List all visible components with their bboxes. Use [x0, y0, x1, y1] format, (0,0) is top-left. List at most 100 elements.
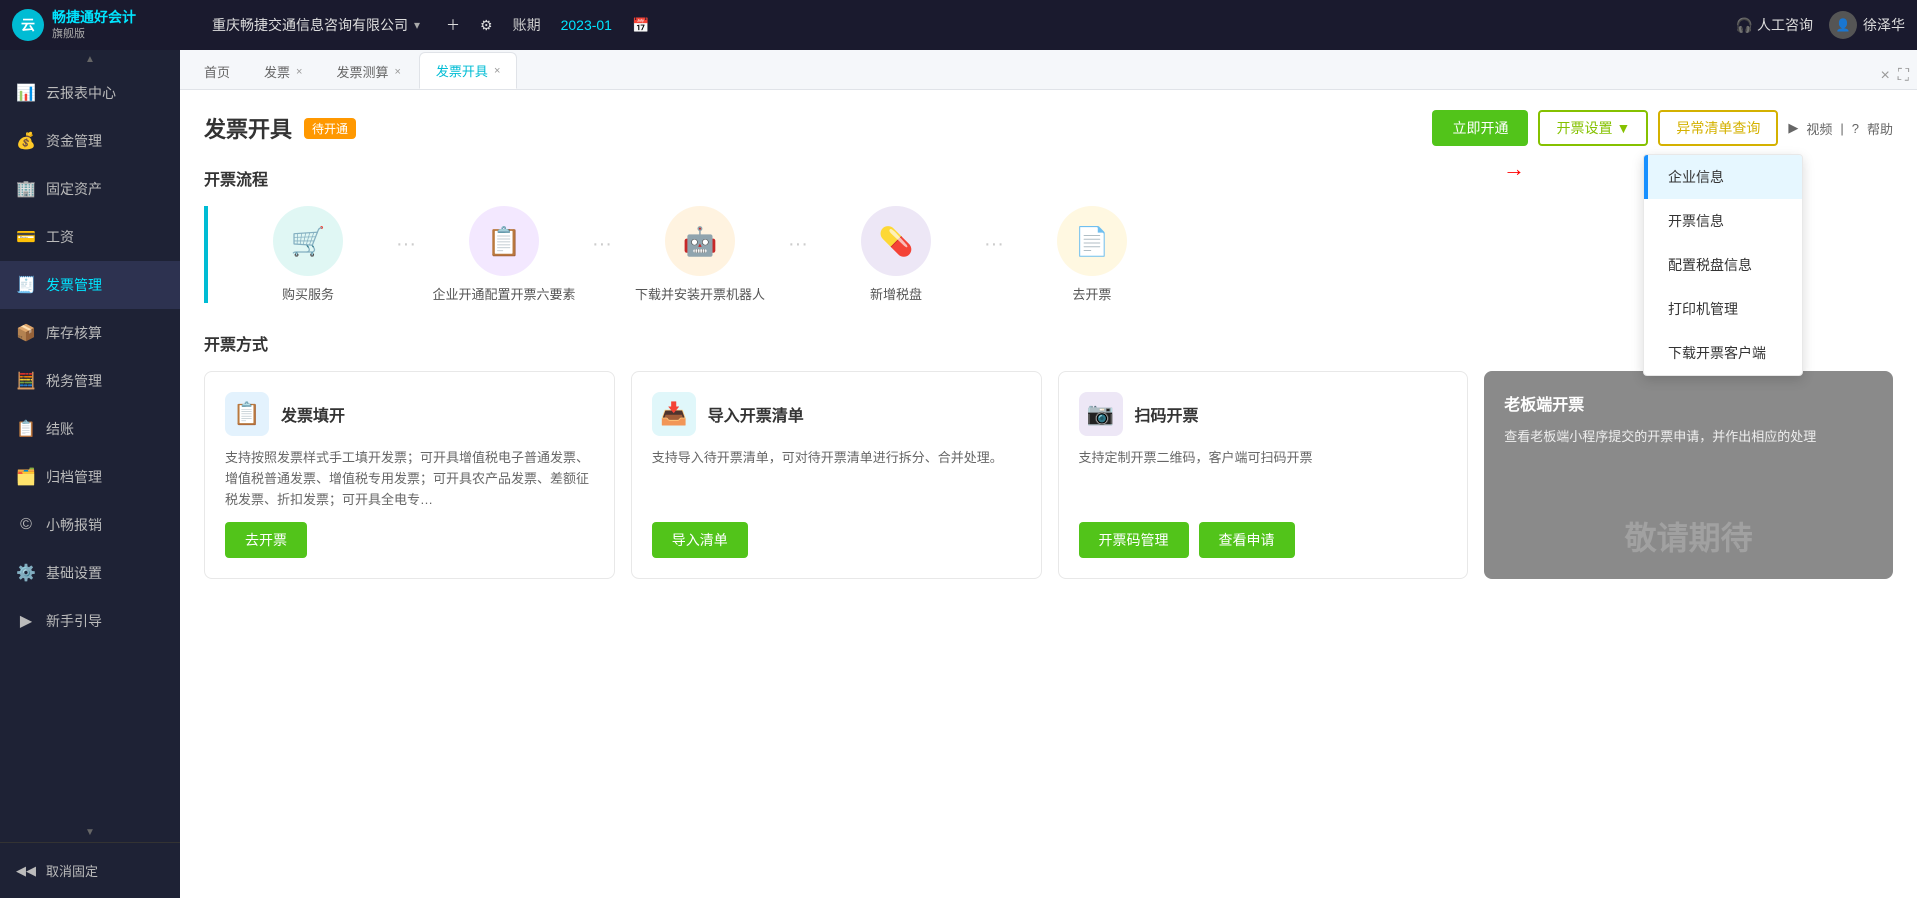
service-label: 人工咨询: [1757, 15, 1813, 35]
sidebar-item-jiezhang[interactable]: 📋 结账: [0, 405, 180, 453]
flow-label-goumai: 购买服务: [282, 284, 334, 303]
tab-maximize-window[interactable]: ⛶: [1898, 67, 1909, 85]
sidebar-item-fapiao[interactable]: 🧾 发票管理: [0, 261, 180, 309]
jiezhang-icon: 📋: [16, 419, 36, 439]
sidebar-item-gongzi[interactable]: 💳 工资: [0, 213, 180, 261]
scan-title: 扫码开票: [1135, 402, 1199, 426]
fapiao-icon: 🧾: [16, 275, 36, 295]
dropdown-item-xiazai[interactable]: 下载开票客户端: [1644, 331, 1802, 375]
sidebar-item-guidang[interactable]: 🗂️ 归档管理: [0, 453, 180, 501]
flow-section: 开票流程 🛒 购买服务 ··· 📋 企业开通配置开票六要素 ··· 🤖: [204, 166, 1893, 303]
headset-icon: 🎧: [1736, 17, 1753, 34]
flow-label-xinzeng: 新增税盘: [870, 284, 922, 303]
boss-desc: 查看老板端小程序提交的开票申请，并作出相应的处理: [1504, 427, 1873, 501]
page-title-area: 发票开具 待开通: [204, 112, 356, 144]
logo-icon: 云: [12, 9, 44, 41]
flow-icon-goumai: 🛒: [273, 206, 343, 276]
flow-icon-qukaipi: 📄: [1057, 206, 1127, 276]
sidebar-scroll-down[interactable]: ▼: [0, 823, 180, 842]
username: 徐泽华: [1863, 15, 1905, 35]
tab-fapiaosuansuan[interactable]: 发票测算 ×: [320, 54, 416, 89]
flow-steps-container: 🛒 购买服务 ··· 📋 企业开通配置开票六要素 ··· 🤖 下载并安装开票机器…: [204, 206, 1893, 303]
company-name: 重庆畅捷交通信息咨询有限公司: [212, 15, 408, 35]
dropdown-item-qiyexinxi[interactable]: 企业信息: [1644, 155, 1802, 199]
sidebar-item-kucun[interactable]: 📦 库存核算: [0, 309, 180, 357]
sidebar-item-shuiwu[interactable]: 🧮 税务管理: [0, 357, 180, 405]
method-cards: 📋 发票填开 支持按照发票样式手工填开发票；可开具增值税电子普通发票、增值税普通…: [204, 371, 1893, 579]
sidebar-label-zijin: 资金管理: [46, 131, 102, 151]
fill-go-button[interactable]: 去开票: [225, 522, 307, 558]
sidebar-item-yunbao[interactable]: 📊 云报表中心: [0, 69, 180, 117]
import-icon: 📥: [652, 392, 696, 436]
sidebar-item-xinshouyindao[interactable]: ▶ 新手引导: [0, 597, 180, 645]
fill-title: 发票填开: [281, 402, 345, 426]
sidebar-nav: 📊 云报表中心 💰 资金管理 🏢 固定资产 💳 工资 🧾 发票管理 📦: [0, 69, 180, 823]
play-icon[interactable]: ▶: [1788, 120, 1798, 136]
flow-arrow-3: ···: [788, 233, 808, 276]
header-actions: 立即开通 开票设置 ▼ 异常清单查询 ▶ 视频 | ? 帮助: [1432, 110, 1893, 146]
dropdown-item-peizhi[interactable]: 配置税盘信息: [1644, 243, 1802, 287]
logo-text-area: 畅捷通好会计 旗舰版: [52, 9, 136, 42]
activate-button[interactable]: 立即开通: [1432, 110, 1528, 146]
top-bar: 云 畅捷通好会计 旗舰版 重庆畅捷交通信息咨询有限公司 ▾ ＋ ⚙ 账期 202…: [0, 0, 1917, 50]
import-header: 📥 导入开票清单: [652, 392, 1021, 436]
dropdown-menu: 企业信息 开票信息 配置税盘信息 打印机管理 下载开票客户端: [1643, 154, 1803, 376]
tab-home[interactable]: 首页: [188, 54, 246, 89]
invoice-methods-title: 开票方式: [204, 331, 1893, 355]
logo-badge: 旗舰版: [52, 25, 136, 41]
tab-fapiao-label: 发票: [264, 62, 290, 81]
fill-desc: 支持按照发票样式手工填开发票；可开具增值税电子普通发票、增值税普通发票、增值税专…: [225, 448, 594, 510]
user-area[interactable]: 👤 徐泽华: [1829, 11, 1905, 39]
sidebar-label-kucun: 库存核算: [46, 323, 102, 343]
service-button[interactable]: 🎧 人工咨询: [1736, 15, 1813, 35]
sidebar-label-guidang: 归档管理: [46, 467, 102, 487]
tab-fapiao-close[interactable]: ×: [296, 66, 302, 78]
period-label: 账期: [507, 11, 547, 39]
top-actions: ＋ ⚙ 账期 2023-01 📅: [440, 11, 655, 39]
flow-title: 开票流程: [204, 166, 1893, 190]
flow-step-qiyekaipiao: 📋 企业开通配置开票六要素: [424, 206, 584, 303]
help-label: 帮助: [1867, 119, 1893, 138]
cancel-fixed-button[interactable]: ◀◀ 取消固定: [0, 851, 180, 890]
sidebar-item-gudingzichan[interactable]: 🏢 固定资产: [0, 165, 180, 213]
import-button[interactable]: 导入清单: [652, 522, 748, 558]
company-selector[interactable]: 重庆畅捷交通信息咨询有限公司 ▾: [204, 11, 428, 39]
settings-icon[interactable]: ⚙: [474, 13, 499, 38]
dropdown-item-dayinji[interactable]: 打印机管理: [1644, 287, 1802, 331]
scan-icon: 📷: [1079, 392, 1123, 436]
scan-buttons: 开票码管理 查看申请: [1079, 522, 1448, 558]
settings-button[interactable]: 开票设置 ▼: [1538, 110, 1648, 146]
period-value: 2023-01: [555, 13, 618, 37]
sidebar-scroll-up[interactable]: ▲: [0, 50, 180, 69]
tab-fapiao[interactable]: 发票 ×: [248, 54, 318, 89]
xinshouyindao-icon: ▶: [16, 611, 36, 631]
scan-apply-button[interactable]: 查看申请: [1199, 522, 1295, 558]
fill-header: 📋 发票填开: [225, 392, 594, 436]
tab-fapiaokaiju[interactable]: 发票开具 ×: [419, 52, 517, 89]
tab-fapiaokaiju-label: 发票开具: [436, 61, 488, 80]
import-title: 导入开票清单: [708, 402, 804, 426]
method-card-boss: 老板端开票 查看老板端小程序提交的开票申请，并作出相应的处理 敬请期待: [1484, 371, 1893, 579]
xiaochang-icon: ©: [16, 515, 36, 535]
flow-label-qiyekaipiao: 企业开通配置开票六要素: [432, 284, 575, 303]
sidebar-label-xiaochang: 小畅报销: [46, 515, 102, 535]
flow-label-xiazai: 下载并安装开票机器人: [635, 284, 765, 303]
divider: |: [1840, 121, 1843, 136]
flow-icon-qiyekaipiao: 📋: [469, 206, 539, 276]
calendar-icon[interactable]: 📅: [626, 13, 655, 38]
sidebar-label-gongzi: 工资: [46, 227, 74, 247]
sidebar-item-xiaochang[interactable]: © 小畅报销: [0, 501, 180, 549]
guidang-icon: 🗂️: [16, 467, 36, 487]
main-layout: ▲ 📊 云报表中心 💰 资金管理 🏢 固定资产 💳 工资 🧾 发票管理: [0, 50, 1917, 898]
add-icon[interactable]: ＋: [440, 11, 466, 39]
tab-close-window[interactable]: ×: [1880, 67, 1889, 85]
tab-fapiaokaiju-close[interactable]: ×: [494, 65, 500, 77]
gudingzichan-icon: 🏢: [16, 179, 36, 199]
anomaly-button[interactable]: 异常清单查询: [1658, 110, 1778, 146]
sidebar-item-jichushezhi[interactable]: ⚙️ 基础设置: [0, 549, 180, 597]
sidebar-item-zijin[interactable]: 💰 资金管理: [0, 117, 180, 165]
dropdown-item-kaipiaoxinxi[interactable]: 开票信息: [1644, 199, 1802, 243]
logo-area: 云 畅捷通好会计 旗舰版: [12, 9, 192, 42]
scan-manage-button[interactable]: 开票码管理: [1079, 522, 1189, 558]
tab-fapiaosuansuan-close[interactable]: ×: [394, 66, 400, 78]
